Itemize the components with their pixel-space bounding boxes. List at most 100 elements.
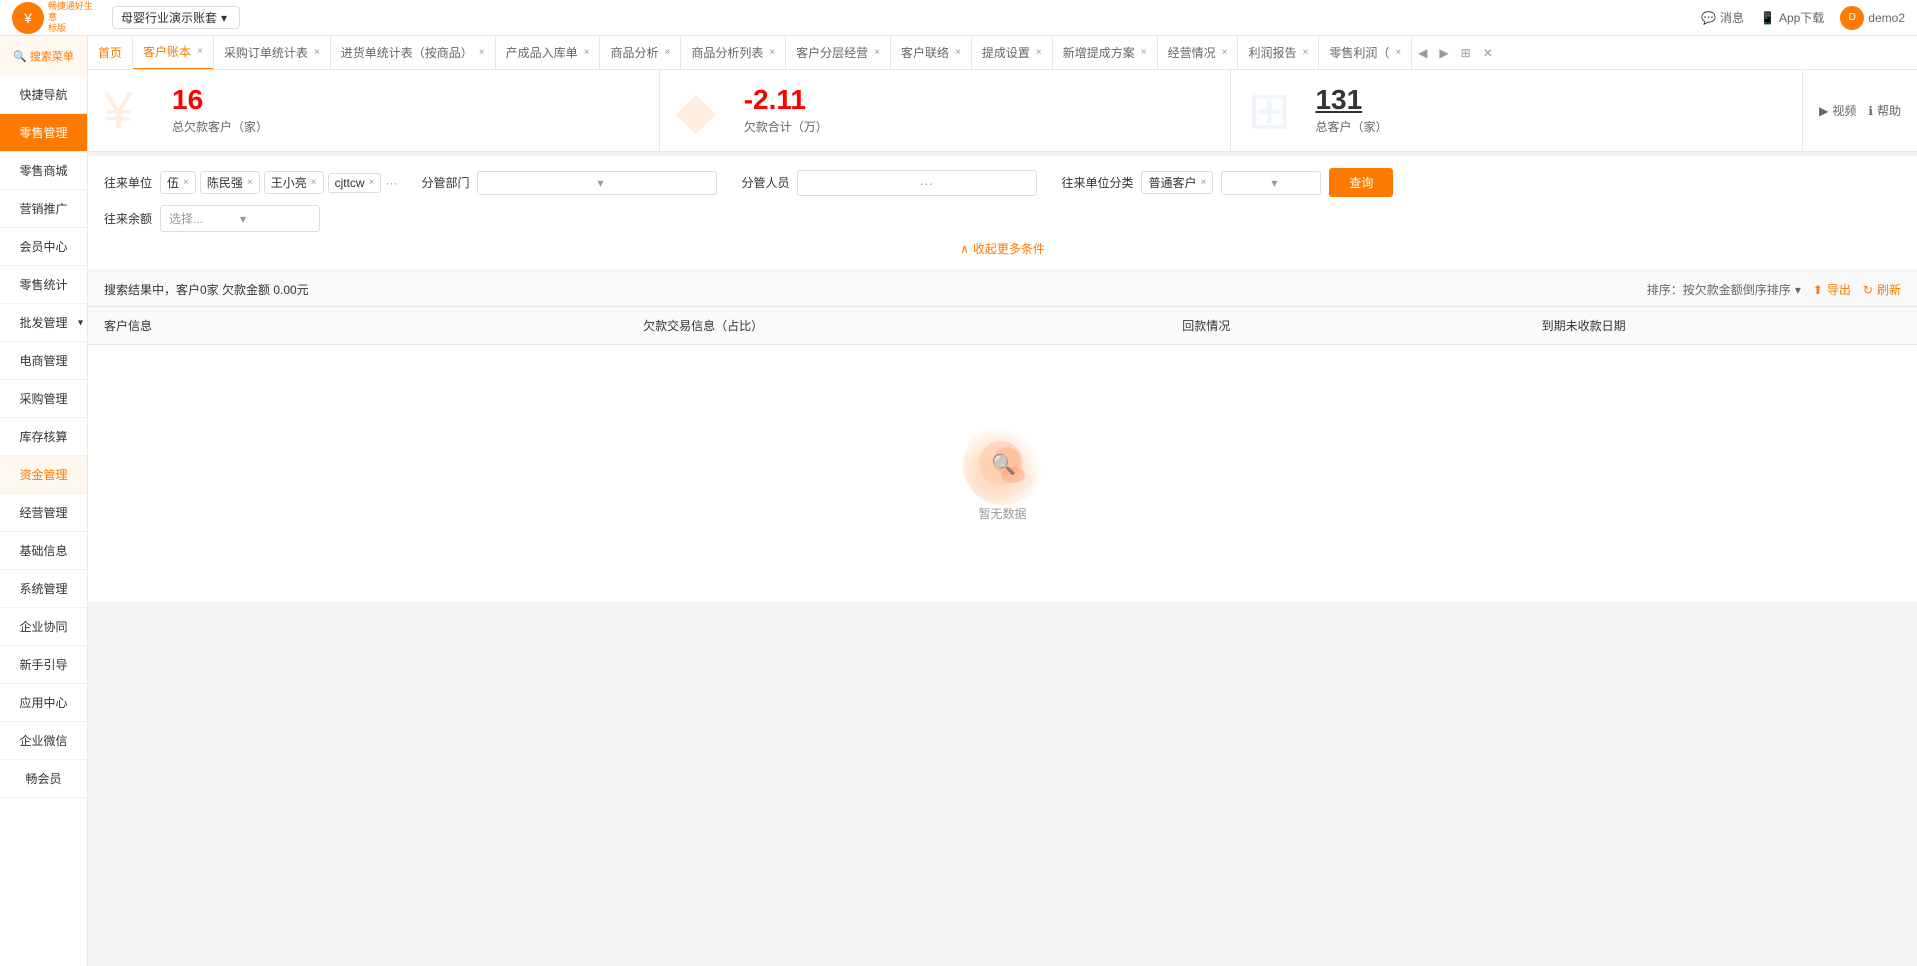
tab-label: 采购订单统计表 [224,44,308,61]
tab-close-icon[interactable]: × [1395,47,1401,58]
tab-product-analysis-list[interactable]: 商品分析列表 × [681,36,786,70]
tab-label: 提成设置 [982,44,1030,61]
user-avatar-btn[interactable]: D demo2 [1840,6,1905,30]
data-table: 客户信息 欠款交易信息（占比） 回款情况 到期未收款日期 🔍 [88,307,1917,602]
tab-home[interactable]: 首页 [88,36,133,70]
tab-profit-report[interactable]: 利润报告 × [1238,36,1319,70]
table-header: 客户信息 欠款交易信息（占比） 回款情况 到期未收款日期 [88,307,1917,345]
sidebar-item-basic-info[interactable]: 基础信息 [0,532,87,570]
tab-customer-tier[interactable]: 客户分层经营 × [786,36,891,70]
tab-close-icon[interactable]: × [479,47,485,58]
filter-tags-unit-class: 普通客户 × [1141,171,1213,194]
tab-nav-close-all[interactable]: ✕ [1477,36,1499,70]
help-btn[interactable]: ℹ 帮助 [1868,102,1901,119]
col-customer-info: 客户信息 [104,317,643,334]
dept-label: 分管部门 [421,174,469,191]
tab-close-icon[interactable]: × [955,47,961,58]
sidebar-item-retail-stats[interactable]: 零售统计 [0,266,87,304]
person-select[interactable]: ··· [797,170,1037,196]
tab-close-icon[interactable]: × [197,46,203,57]
sidebar-item-system-mgmt[interactable]: 系统管理 [0,570,87,608]
sidebar-item-app-center[interactable]: 应用中心 [0,684,87,722]
tab-new-promotion[interactable]: 新增提成方案 × [1053,36,1158,70]
empty-icon: 🔍 [963,425,1043,505]
tab-purchase-order-stats[interactable]: 采购订单统计表 × [214,36,331,70]
query-button[interactable]: 查询 [1329,168,1393,197]
unit-class-select[interactable]: ▾ [1221,171,1321,195]
avatar: D [1840,6,1864,30]
refresh-btn[interactable]: ↻ 刷新 [1863,281,1901,298]
tag-close-normal[interactable]: × [1201,177,1207,188]
sidebar-item-new-guide[interactable]: 新手引导 [0,646,87,684]
sidebar-item-member-vip[interactable]: 畅会员 [0,760,87,798]
tab-product-analysis[interactable]: 商品分析 × [600,36,681,70]
results-bar: 搜索结果中，客户0家 欠款金额 0.00元 排序：按欠款金额倒序排序 ▾ ⬆ 导… [88,273,1917,307]
filter-tag-normal-customer: 普通客户 × [1141,171,1213,194]
tab-close-icon[interactable]: × [1222,47,1228,58]
video-btn[interactable]: ▶ 视频 [1819,102,1856,119]
stat-value-customers: 16 [172,86,268,114]
tab-close-icon[interactable]: × [1036,47,1042,58]
sidebar-item-retail-mall[interactable]: 零售商城 [0,152,87,190]
tab-purchase-stats-by-product[interactable]: 进货单统计表（按商品） × [331,36,496,70]
tab-close-icon[interactable]: × [584,47,590,58]
sidebar-item-enterprise-wechat[interactable]: 企业微信 [0,722,87,760]
sidebar-item-inventory[interactable]: 库存核算 [0,418,87,456]
stat-value-total: 131 [1315,86,1387,114]
search-menu-btn[interactable]: 🔍 搜索菜单 [8,44,79,68]
export-btn[interactable]: ⬆ 导出 [1813,281,1851,298]
balance-select[interactable]: 选择... ▾ [160,205,320,232]
tab-close-icon[interactable]: × [874,47,880,58]
sidebar-item-label: 零售统计 [19,278,67,292]
sidebar: 🔍 搜索菜单 快捷导航 零售管理 零售商城 营销推广 会员中心 零售统计 批发管… [0,36,88,966]
tab-nav-expand[interactable]: ⊞ [1455,36,1477,70]
person-dots-btn[interactable]: ··· [919,175,1028,191]
sidebar-item-operations-mgmt[interactable]: 经营管理 [0,494,87,532]
sidebar-item-purchase-mgmt[interactable]: 采购管理 [0,380,87,418]
tab-close-icon[interactable]: × [1141,47,1147,58]
tag-close-cj[interactable]: × [369,177,375,188]
help-label: 帮助 [1877,102,1901,119]
sidebar-item-ecommerce-mgmt[interactable]: 电商管理 [0,342,87,380]
sort-btn[interactable]: 排序：按欠款金额倒序排序 ▾ [1647,281,1801,298]
sidebar-item-wholesale-mgmt[interactable]: 批发管理 ▾ [0,304,87,342]
tab-operations[interactable]: 经营情况 × [1158,36,1239,70]
tab-label: 利润报告 [1248,44,1296,61]
tab-close-icon[interactable]: × [1302,47,1308,58]
tag-close-wang[interactable]: × [311,177,317,188]
tab-nav-next[interactable]: ▶ [1433,36,1454,70]
filter-more-btn[interactable]: ··· [385,176,397,190]
tab-promotion-settings[interactable]: 提成设置 × [972,36,1053,70]
tab-retail-profit[interactable]: 零售利润（ × [1319,36,1412,70]
message-btn[interactable]: 💬 消息 [1701,9,1744,26]
tab-accounts-receivable[interactable]: 客户账本 × [133,36,214,70]
sidebar-item-retail-mgmt[interactable]: 零售管理 [0,114,87,152]
tag-close-wu[interactable]: × [183,177,189,188]
sidebar-quick-nav[interactable]: 快捷导航 [0,76,87,114]
tab-close-icon[interactable]: × [664,47,670,58]
video-label: 视频 [1832,102,1856,119]
stat-bg-icon-2: ◆ [676,81,716,141]
stats-row: ¥ 16 总欠款客户（家） ◆ -2.11 欠款合计（万） ⊞ [88,70,1917,152]
sidebar-item-capital-mgmt[interactable]: 资金管理 [0,456,87,494]
store-selector[interactable]: 母婴行业演示账套 ▾ [112,6,240,29]
tab-product-inbound[interactable]: 产成品入库单 × [496,36,601,70]
sidebar-item-enterprise-collab[interactable]: 企业协同 [0,608,87,646]
stat-label-debt: 欠款合计（万） [744,118,828,135]
tab-nav-prev[interactable]: ◀ [1412,36,1433,70]
tab-label: 客户分层经营 [796,44,868,61]
tab-customer-contact[interactable]: 客户联络 × [891,36,972,70]
tag-close-chen[interactable]: × [247,177,253,188]
tab-close-icon[interactable]: × [769,47,775,58]
sidebar-item-marketing[interactable]: 营销推广 [0,190,87,228]
app-download-btn[interactable]: 📱 App下载 [1760,9,1824,26]
tab-close-icon[interactable]: × [314,47,320,58]
sidebar-item-label: 畅会员 [25,772,61,786]
empty-text: 暂无数据 [978,505,1026,522]
sidebar-item-member-center[interactable]: 会员中心 [0,228,87,266]
collapse-btn[interactable]: ∧ 收起更多条件 [960,240,1045,257]
tab-label: 客户联络 [901,44,949,61]
dept-select[interactable]: ▾ [477,171,717,195]
unit-class-label: 往来单位分类 [1061,174,1133,191]
content-area: 首页 客户账本 × 采购订单统计表 × 进货单统计表（按商品） × 产成品入库单… [88,36,1917,966]
